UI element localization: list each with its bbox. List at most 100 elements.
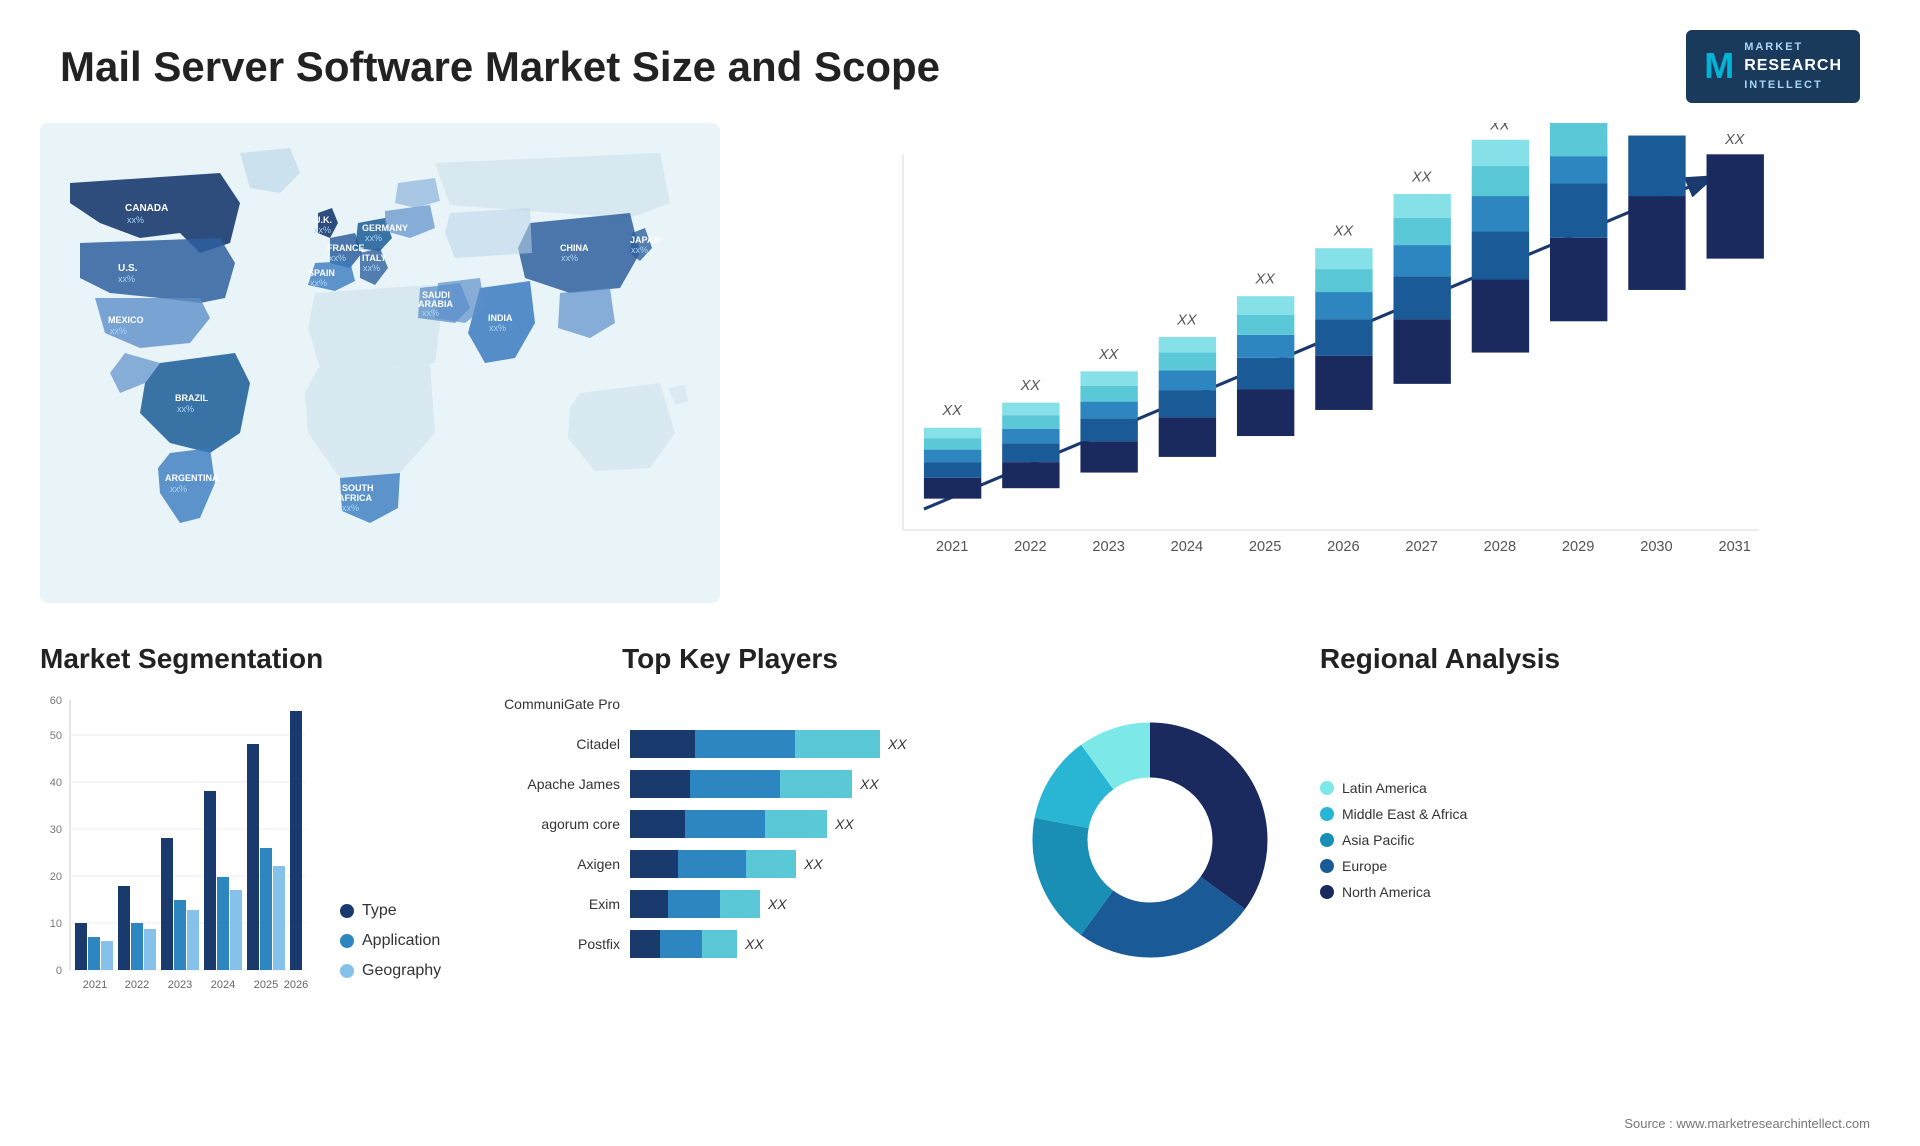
legend-type-dot	[340, 904, 354, 918]
player-bar-exim: XX	[630, 890, 787, 918]
player-value-axigen: XX	[804, 856, 823, 872]
us-label: U.S.	[118, 263, 138, 274]
regional-title: Regional Analysis	[1000, 643, 1880, 675]
svg-text:xx%: xx%	[631, 245, 648, 255]
canada-label: CANADA	[125, 203, 168, 214]
japan-label: JAPAN	[630, 235, 660, 245]
main-content: CANADA xx% U.S. xx% MEXICO xx% BRAZIL xx…	[0, 123, 1920, 623]
player-value-postfix: XX	[745, 936, 764, 952]
player-bar-citadel: XX	[630, 730, 907, 758]
player-row-apache: Apache James XX	[490, 770, 970, 798]
svg-text:XX: XX	[1646, 123, 1668, 127]
legend-type: Type	[340, 902, 441, 920]
svg-text:XX: XX	[1098, 347, 1120, 363]
bar-chart-section: XX XX XX XX	[740, 123, 1880, 603]
players-list: CommuniGate Pro Citadel XX	[490, 690, 970, 958]
svg-text:xx%: xx%	[342, 503, 359, 513]
svg-text:xx%: xx%	[329, 253, 346, 263]
svg-text:20: 20	[50, 871, 62, 883]
reg-legend-mea: Middle East & Africa	[1320, 806, 1467, 822]
reg-dot-mea	[1320, 807, 1334, 821]
page-title: Mail Server Software Market Size and Sco…	[60, 43, 940, 91]
segmentation-section: Market Segmentation 0 10 20 30	[40, 643, 460, 1143]
svg-text:2026: 2026	[1327, 539, 1359, 555]
svg-text:2024: 2024	[1171, 539, 1203, 555]
header: Mail Server Software Market Size and Sco…	[0, 0, 1920, 123]
player-value-apache: XX	[860, 776, 879, 792]
svg-text:xx%: xx%	[110, 326, 127, 336]
regional-legend: Latin America Middle East & Africa Asia …	[1320, 780, 1467, 900]
player-row-exim: Exim XX	[490, 890, 970, 918]
source-text: Source : www.marketresearchintellect.com	[1624, 1116, 1870, 1131]
argentina-label: ARGENTINA	[165, 473, 219, 483]
logo-line3: INTELLECT	[1744, 78, 1842, 93]
svg-text:2031: 2031	[1718, 539, 1750, 555]
svg-text:XX: XX	[1567, 123, 1589, 127]
reg-dot-north-america	[1320, 885, 1334, 899]
player-name-citadel: Citadel	[490, 736, 620, 752]
svg-text:2022: 2022	[125, 979, 149, 991]
svg-text:2030: 2030	[1640, 539, 1672, 555]
italy-label: ITALY	[362, 253, 387, 263]
svg-text:XX: XX	[1333, 224, 1355, 240]
svg-text:xx%: xx%	[363, 263, 380, 273]
player-name-apache: Apache James	[490, 776, 620, 792]
svg-text:xx%: xx%	[118, 274, 135, 284]
legend-app-dot	[340, 934, 354, 948]
svg-text:2022: 2022	[1014, 539, 1046, 555]
reg-dot-europe	[1320, 859, 1334, 873]
france-label: FRANCE	[327, 243, 365, 253]
svg-text:xx%: xx%	[365, 233, 382, 243]
svg-text:XX: XX	[1254, 272, 1276, 288]
svg-text:xx%: xx%	[561, 253, 578, 263]
donut-chart	[1000, 690, 1300, 990]
svg-text:30: 30	[50, 824, 62, 836]
segmentation-legend: Type Application Geography	[340, 902, 441, 1010]
logo-letter: M	[1704, 41, 1734, 91]
reg-legend-asia: Asia Pacific	[1320, 832, 1467, 848]
germany-label: GERMANY	[362, 223, 408, 233]
mexico-label: MEXICO	[108, 315, 144, 325]
player-row-postfix: Postfix XX	[490, 930, 970, 958]
legend-geo-dot	[340, 964, 354, 978]
reg-label-asia: Asia Pacific	[1342, 832, 1414, 848]
reg-label-latin: Latin America	[1342, 780, 1427, 796]
svg-text:xx%: xx%	[489, 323, 506, 333]
svg-text:2027: 2027	[1405, 539, 1437, 555]
player-bar-agorum: XX	[630, 810, 854, 838]
reg-label-europe: Europe	[1342, 858, 1387, 874]
svg-text:2023: 2023	[1092, 539, 1124, 555]
player-value-citadel: XX	[888, 736, 907, 752]
svg-text:XX: XX	[1411, 170, 1433, 186]
legend-application: Application	[340, 932, 441, 950]
segmentation-title: Market Segmentation	[40, 643, 460, 675]
player-name-postfix: Postfix	[490, 936, 620, 952]
seg-chart-wrapper: 0 10 20 30 40 50 60	[40, 690, 460, 1010]
svg-text:2028: 2028	[1484, 539, 1516, 555]
world-map-svg: CANADA xx% U.S. xx% MEXICO xx% BRAZIL xx…	[40, 123, 720, 603]
legend-geo-label: Geography	[362, 962, 441, 980]
china-label: CHINA	[560, 243, 589, 253]
svg-text:AFRICA: AFRICA	[338, 493, 372, 503]
svg-text:XX: XX	[1489, 123, 1511, 133]
svg-text:2021: 2021	[936, 539, 968, 555]
reg-legend-north-america: North America	[1320, 884, 1467, 900]
key-players-section: Top Key Players CommuniGate Pro Citadel	[490, 643, 970, 1143]
svg-text:2025: 2025	[1249, 539, 1281, 555]
key-players-title: Top Key Players	[490, 643, 970, 675]
legend-geography: Geography	[340, 962, 441, 980]
logo: M MARKET RESEARCH INTELLECT	[1686, 30, 1860, 103]
donut-wrapper: Latin America Middle East & Africa Asia …	[1000, 690, 1880, 990]
brazil-label: BRAZIL	[175, 393, 208, 403]
bottom-section: Market Segmentation 0 10 20 30	[0, 623, 1920, 1143]
svg-text:xx%: xx%	[177, 404, 194, 414]
svg-text:2025: 2025	[254, 979, 278, 991]
growth-bar-chart: XX XX XX XX	[760, 123, 1860, 603]
reg-dot-latin	[1320, 781, 1334, 795]
svg-text:2024: 2024	[211, 979, 235, 991]
svg-text:xx%: xx%	[127, 215, 144, 225]
player-value-exim: XX	[768, 896, 787, 912]
logo-line2: RESEARCH	[1744, 55, 1842, 77]
player-name-axigen: Axigen	[490, 856, 620, 872]
svg-text:XX: XX	[1724, 132, 1746, 148]
